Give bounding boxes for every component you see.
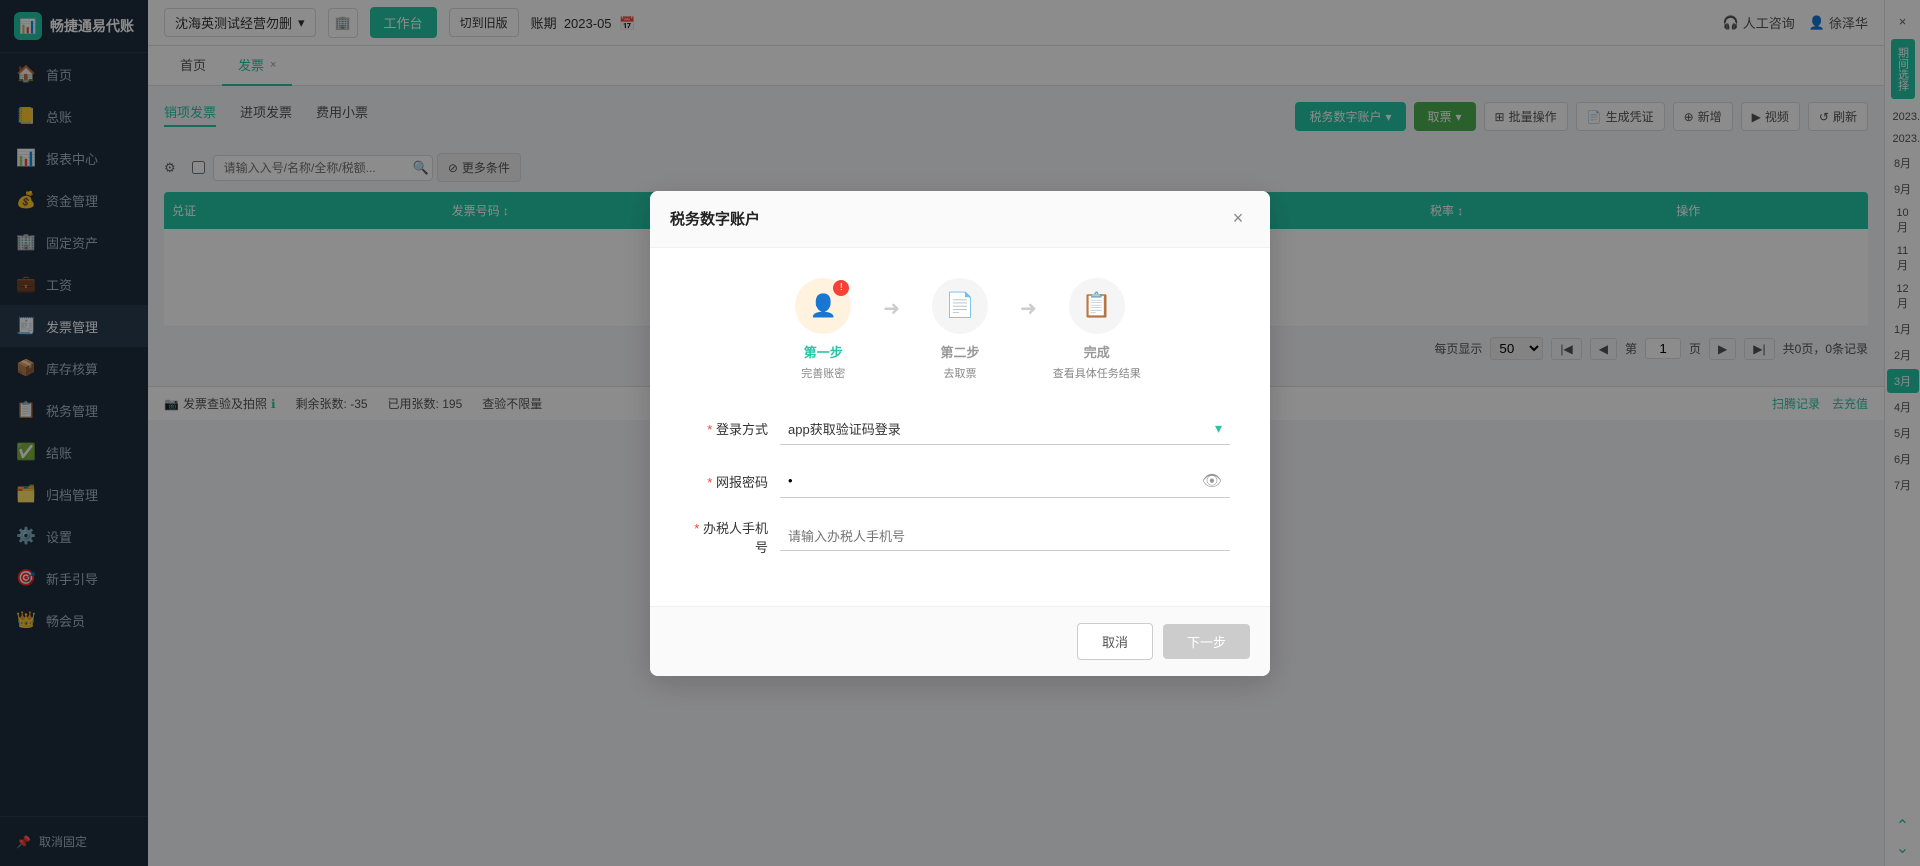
- password-input[interactable]: [788, 473, 1202, 488]
- step-2-circle: 📄: [932, 278, 988, 334]
- step-1-desc: 完善账密: [801, 365, 845, 381]
- required-star: *: [707, 422, 712, 437]
- password-label: * 网报密码: [690, 472, 780, 491]
- eye-icon[interactable]: 👁: [1202, 471, 1222, 491]
- tax-digital-account-modal: 税务数字账户 × 👤 ! 第一步 完善账密 ➜: [650, 191, 1270, 676]
- step-3-desc: 查看具体任务结果: [1053, 365, 1141, 381]
- login-method-row: * 登录方式 app获取验证码登录 ▾: [690, 413, 1230, 445]
- step-3-circle: 📋: [1069, 278, 1125, 334]
- step-2-icon: 📄: [945, 291, 975, 320]
- phone-row: * 办税人手机号: [690, 518, 1230, 556]
- step-2: 📄 第二步 去取票: [900, 278, 1020, 381]
- modal-footer: 取消 下一步: [650, 606, 1270, 676]
- phone-input[interactable]: [780, 523, 1230, 551]
- step-1-circle: 👤 !: [795, 278, 851, 334]
- login-method-select[interactable]: app获取验证码登录 ▾: [780, 413, 1230, 445]
- steps-row: 👤 ! 第一步 完善账密 ➜ 📄 第二步 去取票 ➜: [690, 278, 1230, 381]
- next-button[interactable]: 下一步: [1163, 624, 1250, 659]
- arrow-1: ➜: [883, 278, 900, 321]
- select-down-icon: ▾: [1215, 420, 1222, 437]
- login-method-value: app获取验证码登录: [788, 419, 901, 438]
- step-2-label: 第二步: [940, 342, 979, 361]
- step-1-label: 第一步: [804, 342, 843, 361]
- password-field: 👁: [780, 465, 1230, 498]
- phone-label: * 办税人手机号: [690, 518, 780, 556]
- step-3: 📋 完成 查看具体任务结果: [1037, 278, 1157, 381]
- cancel-button[interactable]: 取消: [1077, 623, 1153, 660]
- step-1: 👤 ! 第一步 完善账密: [763, 278, 883, 381]
- step-2-desc: 去取票: [944, 365, 977, 381]
- modal-close-btn[interactable]: ×: [1226, 207, 1250, 231]
- modal-title: 税务数字账户: [670, 208, 760, 229]
- password-row: * 网报密码 👁: [690, 465, 1230, 498]
- modal-body: 👤 ! 第一步 完善账密 ➜ 📄 第二步 去取票 ➜: [650, 248, 1270, 606]
- modal-overlay: 税务数字账户 × 👤 ! 第一步 完善账密 ➜: [0, 0, 1920, 866]
- step-1-badge: !: [833, 280, 849, 296]
- step-3-icon: 📋: [1082, 291, 1112, 320]
- modal-header: 税务数字账户 ×: [650, 191, 1270, 248]
- step-1-icon: 👤: [810, 293, 837, 319]
- step-3-label: 完成: [1084, 342, 1110, 361]
- arrow-2: ➜: [1020, 278, 1037, 321]
- required-star-2: *: [707, 475, 712, 490]
- login-method-label: * 登录方式: [690, 419, 780, 438]
- required-star-3: *: [694, 521, 699, 536]
